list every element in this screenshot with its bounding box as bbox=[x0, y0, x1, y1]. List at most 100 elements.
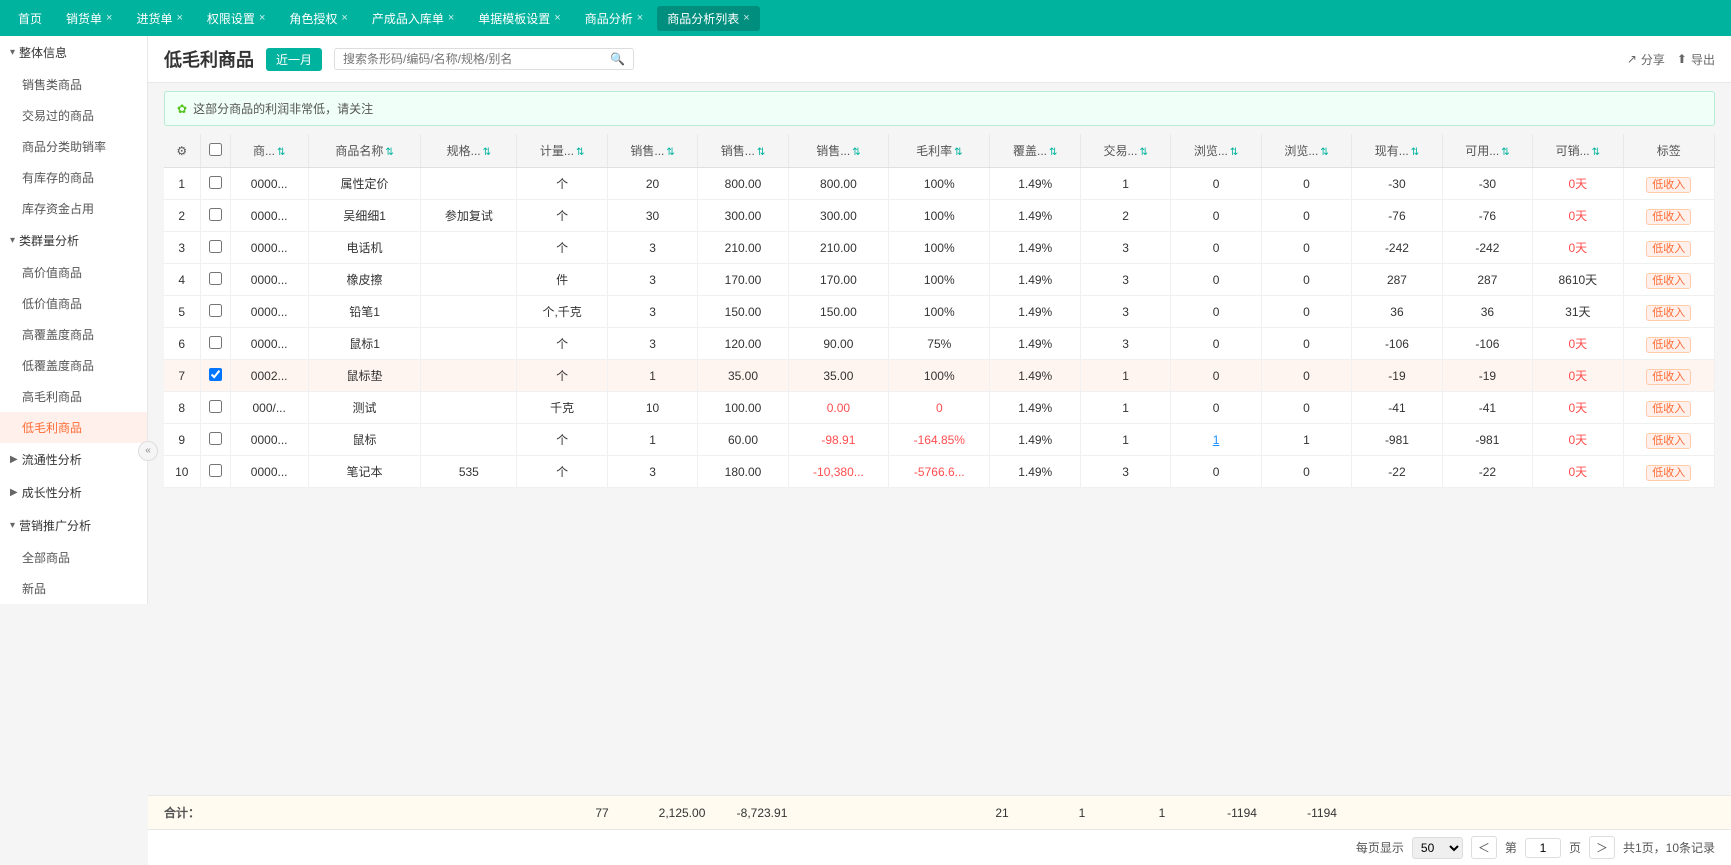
row-sales-price: 35.00 bbox=[698, 360, 788, 392]
row-browse1: 0 bbox=[1171, 392, 1261, 424]
nav-item-purchase[interactable]: 进货单 × bbox=[126, 6, 192, 31]
row-name: 鼠标1 bbox=[308, 328, 420, 360]
row-checkbox[interactable] bbox=[200, 456, 230, 488]
nav-close-purchase[interactable]: × bbox=[176, 12, 182, 24]
sidebar-group-growth[interactable]: ▶ 成长性分析 bbox=[0, 476, 147, 509]
sidebar-item-new-goods[interactable]: 新品 bbox=[0, 573, 147, 604]
row-select-checkbox[interactable] bbox=[209, 368, 222, 381]
sidebar-item-stocked-goods[interactable]: 有库存的商品 bbox=[0, 162, 147, 193]
row-unit: 件 bbox=[517, 264, 607, 296]
sidebar-group-marketing[interactable]: ▾ 营销推广分析 bbox=[0, 509, 147, 542]
total-label: 共1页，10条记录 bbox=[1623, 839, 1715, 856]
search-box[interactable]: 🔍 bbox=[334, 48, 634, 70]
row-select-checkbox[interactable] bbox=[209, 176, 222, 189]
sidebar-item-high-value[interactable]: 高价值商品 bbox=[0, 257, 147, 288]
nav-item-sales[interactable]: 销货单 × bbox=[56, 6, 122, 31]
nav-close-template[interactable]: × bbox=[554, 12, 560, 24]
sidebar-item-high-margin[interactable]: 高毛利商品 bbox=[0, 381, 147, 412]
row-sales-qty: 10 bbox=[607, 392, 697, 424]
row-sales-profit: 170.00 bbox=[788, 264, 888, 296]
search-icon[interactable]: 🔍 bbox=[610, 52, 625, 66]
sidebar-item-traded-goods[interactable]: 交易过的商品 bbox=[0, 100, 147, 131]
row-select-checkbox[interactable] bbox=[209, 432, 222, 445]
next-page-button[interactable]: ＞ bbox=[1589, 836, 1615, 859]
row-sales-price: 100.00 bbox=[698, 392, 788, 424]
sidebar-group-circulation[interactable]: ▶ 流通性分析 bbox=[0, 443, 147, 476]
page-size-select[interactable]: 50 100 bbox=[1412, 837, 1463, 859]
sidebar-item-sales-goods[interactable]: 销售类商品 bbox=[0, 69, 147, 100]
row-select-checkbox[interactable] bbox=[209, 400, 222, 413]
row-available: -106 bbox=[1442, 328, 1532, 360]
arrow-icon-growth: ▶ bbox=[10, 487, 18, 498]
row-transaction: 1 bbox=[1080, 424, 1170, 456]
footer-browse2: 1 bbox=[1122, 806, 1202, 820]
row-select-checkbox[interactable] bbox=[209, 336, 222, 349]
nav-item-analysis-list[interactable]: 商品分析列表 × bbox=[657, 6, 759, 31]
row-select-checkbox[interactable] bbox=[209, 464, 222, 477]
row-select-checkbox[interactable] bbox=[209, 208, 222, 221]
sidebar-item-high-coverage[interactable]: 高覆盖度商品 bbox=[0, 319, 147, 350]
arrow-icon-cluster: ▾ bbox=[10, 235, 15, 246]
sidebar-group-cluster[interactable]: ▾ 类群量分析 bbox=[0, 224, 147, 257]
row-tag: 低收入 bbox=[1623, 328, 1714, 360]
col-settings[interactable]: ⚙ bbox=[164, 134, 200, 168]
page-size-label: 每页显示 bbox=[1356, 839, 1404, 856]
sidebar-item-low-coverage[interactable]: 低覆盖度商品 bbox=[0, 350, 147, 381]
row-checkbox[interactable] bbox=[200, 424, 230, 456]
row-name: 属性定价 bbox=[308, 168, 420, 200]
row-spec bbox=[421, 424, 517, 456]
nav-item-product-entry[interactable]: 产成品入库单 × bbox=[362, 6, 464, 31]
sidebar-item-low-value[interactable]: 低价值商品 bbox=[0, 288, 147, 319]
sidebar-item-low-margin[interactable]: 低毛利商品 bbox=[0, 412, 147, 443]
row-browse1: 0 bbox=[1171, 456, 1261, 488]
sidebar-item-all-goods[interactable]: 全部商品 bbox=[0, 542, 147, 573]
footer-available: -1194 bbox=[1282, 806, 1362, 820]
row-checkbox[interactable] bbox=[200, 392, 230, 424]
nav-close-permission[interactable]: × bbox=[259, 12, 265, 24]
share-button[interactable]: ↗ 分享 bbox=[1627, 51, 1665, 68]
row-checkbox[interactable] bbox=[200, 360, 230, 392]
row-select-checkbox[interactable] bbox=[209, 240, 222, 253]
sidebar-collapse-button[interactable]: « bbox=[138, 441, 158, 461]
footer-sales-qty: 77 bbox=[562, 806, 642, 820]
row-checkbox[interactable] bbox=[200, 328, 230, 360]
nav-close-analysis-list[interactable]: × bbox=[743, 12, 749, 24]
row-checkbox[interactable] bbox=[200, 168, 230, 200]
row-coverage: 1.49% bbox=[990, 360, 1080, 392]
export-button[interactable]: ⬆ 导出 bbox=[1677, 51, 1715, 68]
nav-close-product-entry[interactable]: × bbox=[448, 12, 454, 24]
row-checkbox[interactable] bbox=[200, 264, 230, 296]
row-checkbox[interactable] bbox=[200, 200, 230, 232]
page-number-input[interactable] bbox=[1525, 838, 1561, 858]
nav-item-analysis[interactable]: 商品分析 × bbox=[575, 6, 653, 31]
nav-close-sales[interactable]: × bbox=[106, 12, 112, 24]
select-all-checkbox[interactable] bbox=[209, 143, 222, 156]
row-browse1[interactable]: 1 bbox=[1171, 424, 1261, 456]
nav-close-role[interactable]: × bbox=[341, 12, 347, 24]
nav-close-analysis[interactable]: × bbox=[637, 12, 643, 24]
row-select-checkbox[interactable] bbox=[209, 272, 222, 285]
row-transaction: 3 bbox=[1080, 264, 1170, 296]
col-tag: 标签 bbox=[1623, 134, 1714, 168]
row-available: -19 bbox=[1442, 360, 1532, 392]
table-row: 7 0002... 鼠标垫 个 1 35.00 35.00 100% 1.49%… bbox=[164, 360, 1715, 392]
nav-item-home[interactable]: 首页 bbox=[8, 6, 52, 31]
search-input[interactable] bbox=[343, 52, 610, 66]
prev-page-button[interactable]: ＜ bbox=[1471, 836, 1497, 859]
nav-item-permission[interactable]: 权限设置 × bbox=[197, 6, 275, 31]
sidebar-item-inventory-capital[interactable]: 库存资金占用 bbox=[0, 193, 147, 224]
col-checkbox[interactable] bbox=[200, 134, 230, 168]
sidebar-group-overview[interactable]: ▾ 整体信息 bbox=[0, 36, 147, 69]
col-name: 商品名称⇅ bbox=[308, 134, 420, 168]
row-coverage: 1.49% bbox=[990, 168, 1080, 200]
nav-item-template[interactable]: 单据模板设置 × bbox=[468, 6, 570, 31]
row-code: 000/... bbox=[230, 392, 308, 424]
row-spec bbox=[421, 392, 517, 424]
row-select-checkbox[interactable] bbox=[209, 304, 222, 317]
row-code: 0000... bbox=[230, 264, 308, 296]
nav-item-role[interactable]: 角色授权 × bbox=[279, 6, 357, 31]
row-checkbox[interactable] bbox=[200, 296, 230, 328]
row-checkbox[interactable] bbox=[200, 232, 230, 264]
sidebar-item-category-rate[interactable]: 商品分类助销率 bbox=[0, 131, 147, 162]
filter-recent-month-button[interactable]: 近一月 bbox=[266, 48, 322, 71]
